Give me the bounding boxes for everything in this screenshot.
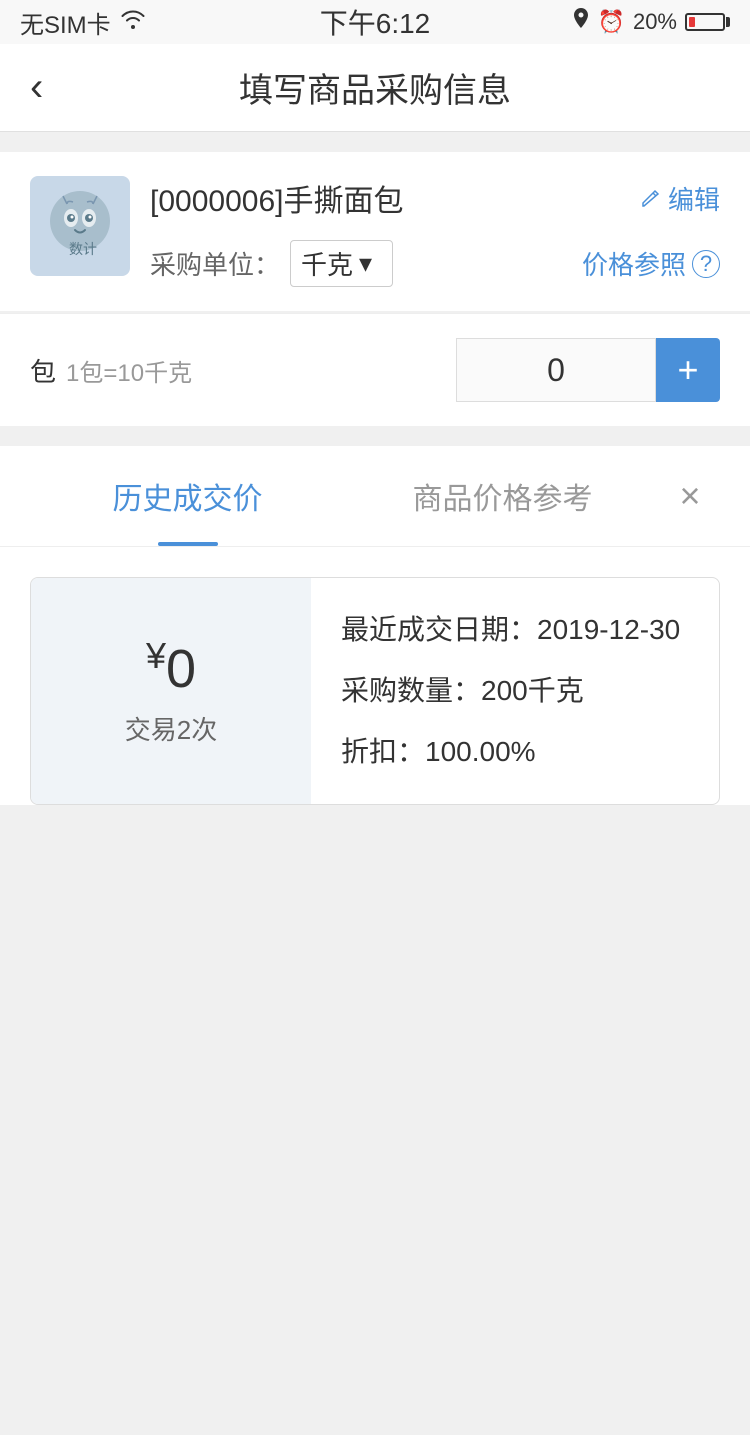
quantity-conversion: 1包=10千克 <box>66 353 192 388</box>
battery-icon <box>685 13 730 31</box>
wifi-icon <box>119 8 147 36</box>
quantity-label: 包 1包=10千克 <box>30 352 192 389</box>
location-icon <box>572 8 590 36</box>
product-card: 数计 [0000006]手撕面包 编辑 采购单位： 千克 ▾ <box>0 152 750 311</box>
product-thumbnail: 数计 <box>30 176 130 276</box>
carrier-label: 无SIM卡 <box>20 5 111 40</box>
svg-text:数计: 数计 <box>69 241 97 256</box>
price-amount: ¥0 <box>146 635 196 700</box>
tab-panel: 历史成交价 商品价格参考 × ¥0 交易2次 最近成交日期：2019-12-30… <box>0 446 750 805</box>
status-left: 无SIM卡 <box>20 5 147 40</box>
nav-bar: ‹ 填写商品采购信息 <box>0 44 750 132</box>
page-background <box>0 835 750 1435</box>
purchase-qty-row: 采购数量：200千克 <box>341 669 689 714</box>
dropdown-arrow-icon: ▾ <box>359 248 372 279</box>
quantity-control: 0 + <box>456 338 720 402</box>
discount-row: 折扣：100.00% <box>341 730 689 775</box>
tab-product-price-ref[interactable]: 商品价格参考 <box>345 446 660 546</box>
status-right: ⏰ 20% <box>572 8 730 36</box>
product-name: [0000006]手撕面包 <box>150 176 403 220</box>
tab-history-price[interactable]: 历史成交价 <box>30 446 345 546</box>
quantity-section: 包 1包=10千克 0 + <box>0 313 750 426</box>
quantity-plus-button[interactable]: + <box>656 338 720 402</box>
product-row: 采购单位： 千克 ▾ 价格参照 ? <box>150 240 720 287</box>
trade-count: 交易2次 <box>125 710 217 747</box>
history-price-card: ¥0 交易2次 最近成交日期：2019-12-30 采购数量：200千克 折扣：… <box>30 577 720 805</box>
tab-header: 历史成交价 商品价格参考 × <box>0 446 750 547</box>
page-title: 填写商品采购信息 <box>239 63 511 112</box>
battery-percent: 20% <box>633 9 677 35</box>
product-image-icon: 数计 <box>45 186 115 267</box>
alarm-icon: ⏰ <box>598 9 625 35</box>
price-right-panel: 最近成交日期：2019-12-30 采购数量：200千克 折扣：100.00% <box>311 578 719 804</box>
product-details: [0000006]手撕面包 编辑 采购单位： 千克 ▾ 价格参照 ? <box>150 176 720 287</box>
edit-button[interactable]: 编辑 <box>640 180 720 217</box>
yen-symbol: ¥ <box>146 635 166 676</box>
unit-select[interactable]: 千克 ▾ <box>290 240 393 287</box>
price-left-panel: ¥0 交易2次 <box>31 578 311 804</box>
unit-label: 采购单位： 千克 ▾ <box>150 240 393 287</box>
back-button[interactable]: ‹ <box>30 65 43 110</box>
tab-close-button[interactable]: × <box>660 466 720 526</box>
status-time: 下午6:12 <box>320 2 431 42</box>
price-reference-button[interactable]: 价格参照 ? <box>582 245 720 282</box>
status-bar: 无SIM卡 下午6:12 ⏰ 20% <box>0 0 750 44</box>
quantity-input[interactable]: 0 <box>456 338 656 402</box>
product-header: [0000006]手撕面包 编辑 <box>150 176 720 220</box>
help-icon: ? <box>692 250 720 278</box>
recent-date-row: 最近成交日期：2019-12-30 <box>341 608 689 653</box>
